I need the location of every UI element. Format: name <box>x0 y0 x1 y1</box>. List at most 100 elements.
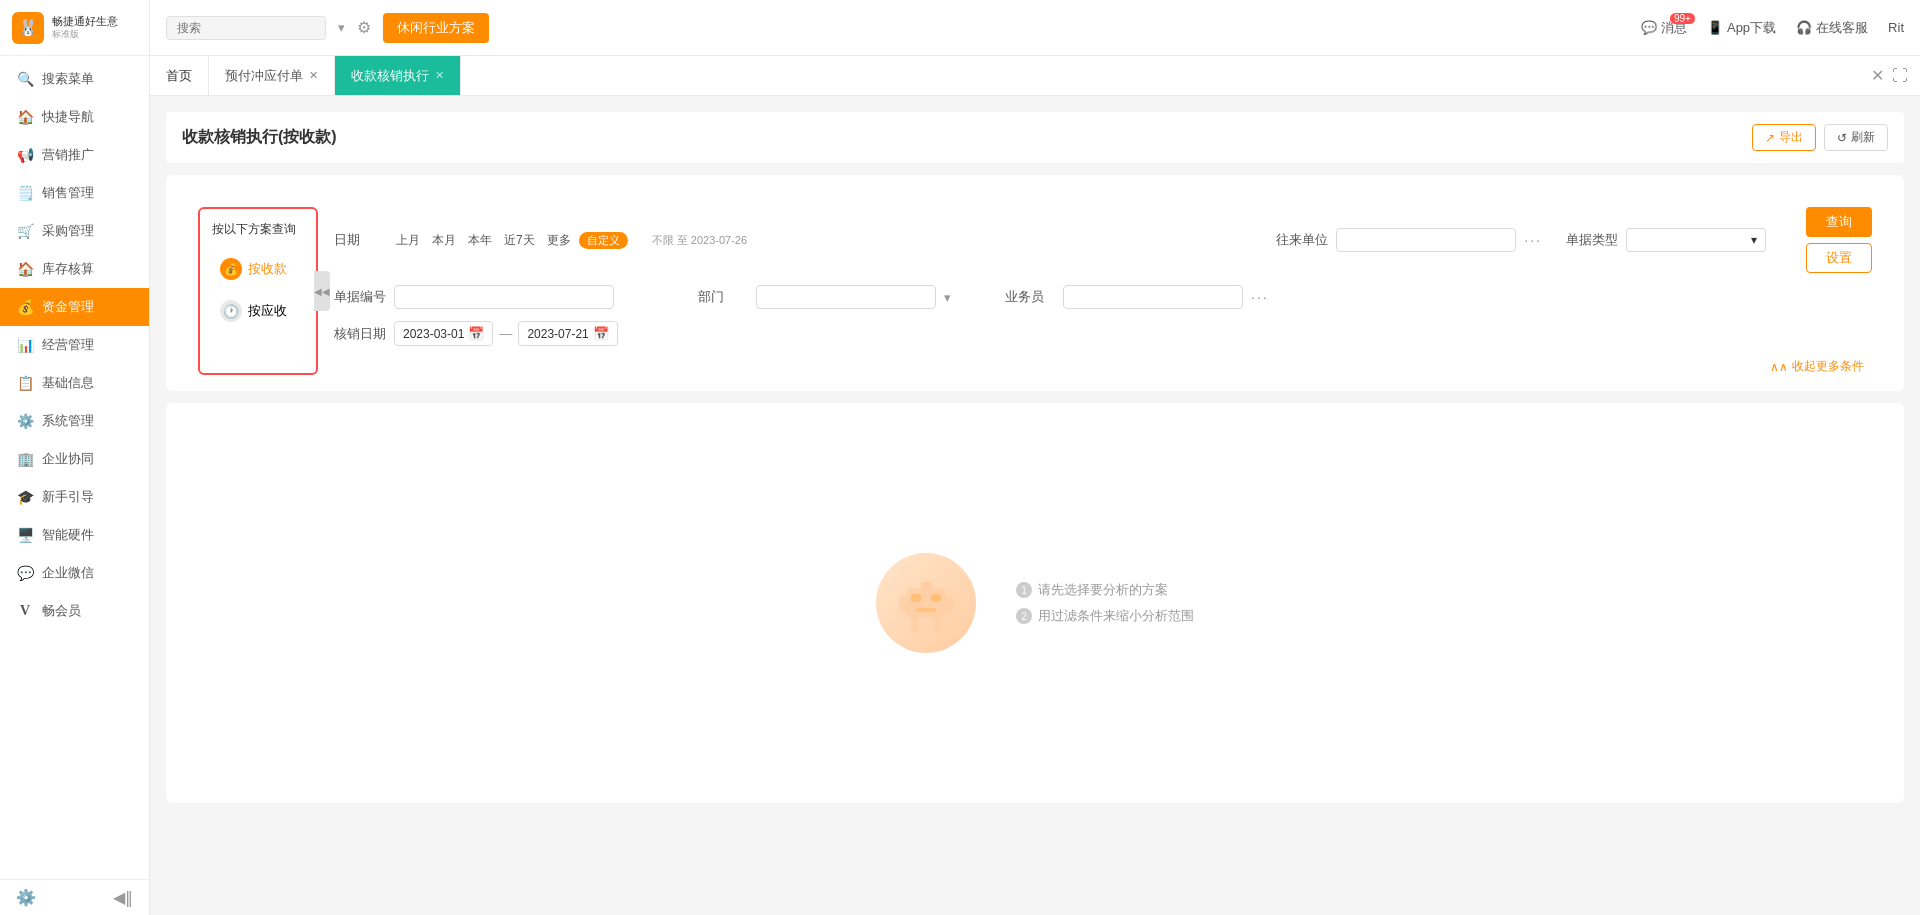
verify-date-field: 核销日期 2023-03-01 📅 — 2023-07-21 📅 <box>334 321 618 346</box>
svg-rect-5 <box>899 596 907 612</box>
sidebar-item-enterprise[interactable]: 🏢 企业协同 <box>0 440 149 478</box>
tab-receipt-verify-close-icon[interactable]: ✕ <box>435 69 444 82</box>
empty-robot-svg <box>891 568 961 638</box>
export-button[interactable]: ↗ 导出 <box>1752 124 1816 151</box>
dept-chevron-icon[interactable]: ▾ <box>944 290 951 305</box>
sidebar-item-finance[interactable]: 💰 资金管理 <box>0 288 149 326</box>
query-button[interactable]: 查询 <box>1806 207 1872 237</box>
app-badge: 标准版 <box>52 28 118 41</box>
tab-prepay[interactable]: 预付冲应付单 ✕ <box>209 56 335 95</box>
verify-date-end-input[interactable]: 2023-07-21 📅 <box>518 321 617 346</box>
hardware-icon: 🖥️ <box>16 527 34 543</box>
salesman-input[interactable] <box>1063 285 1243 309</box>
solution-button[interactable]: 休闲行业方案 <box>383 13 489 43</box>
filter-mode-selector: 按以下方案查询 💰 按收款 🕐 按应收 ◀◀ <box>198 207 318 375</box>
sidebar-item-member[interactable]: V 畅会员 <box>0 592 149 630</box>
user-name: Rit <box>1888 20 1904 35</box>
empty-tip-1-text: 请先选择要分析的方案 <box>1038 581 1168 599</box>
sidebar-item-search[interactable]: 🔍 搜索菜单 <box>0 60 149 98</box>
topbar-app-download[interactable]: 📱 App下载 <box>1707 19 1776 37</box>
settings-icon[interactable]: ⚙️ <box>16 888 36 907</box>
tabbar: 首页 预付冲应付单 ✕ 收款核销执行 ✕ ✕ ⛶ <box>150 56 1920 96</box>
filter-option-receipt-label: 按收款 <box>248 260 287 278</box>
verify-date-end-value: 2023-07-21 <box>527 327 588 341</box>
date-opt-this-year[interactable]: 本年 <box>464 231 496 250</box>
counterparty-more-icon[interactable]: ··· <box>1524 232 1542 248</box>
enterprise-icon: 🏢 <box>16 451 34 467</box>
filter-option-by-receipt[interactable]: 💰 按收款 <box>212 254 304 284</box>
marketing-icon: 📢 <box>16 147 34 163</box>
date-opt-last-month[interactable]: 上月 <box>392 231 424 250</box>
sidebar-item-label: 企业微信 <box>42 564 94 582</box>
sidebar-item-basic[interactable]: 📋 基础信息 <box>0 364 149 402</box>
main-content-area: 1 请先选择要分析的方案 2 用过滤条件来缩小分析范围 <box>166 403 1904 803</box>
sidebar-item-label: 企业协同 <box>42 450 94 468</box>
doc-type-select[interactable]: ▾ <box>1626 228 1766 252</box>
dept-input[interactable] <box>756 285 936 309</box>
filter-collapse-button[interactable]: ◀◀ <box>314 271 330 311</box>
calendar-start-icon: 📅 <box>468 326 484 341</box>
sidebar-item-wechat[interactable]: 💬 企业微信 <box>0 554 149 592</box>
sidebar-item-marketing[interactable]: 📢 营销推广 <box>0 136 149 174</box>
sidebar-item-hardware[interactable]: 🖥️ 智能硬件 <box>0 516 149 554</box>
sidebar-item-system[interactable]: ⚙️ 系统管理 <box>0 402 149 440</box>
setting-button[interactable]: 设置 <box>1806 243 1872 273</box>
inventory-icon: 🏠 <box>16 261 34 277</box>
logo-text-block: 畅捷通好生意 标准版 <box>52 14 118 41</box>
tab-prepay-close-icon[interactable]: ✕ <box>309 69 318 82</box>
sidebar-bottom: ⚙️ ◀‖ <box>0 879 149 915</box>
sidebar-item-guide[interactable]: 🎓 新手引导 <box>0 478 149 516</box>
sidebar-item-label: 经营管理 <box>42 336 94 354</box>
refresh-button[interactable]: ↺ 刷新 <box>1824 124 1888 151</box>
sidebar: 🐰 畅捷通好生意 标准版 🔍 搜索菜单 🏠 快捷导航 📢 营销推广 🗒️ 销售管… <box>0 0 150 915</box>
date-opt-custom[interactable]: 自定义 <box>579 232 628 249</box>
sidebar-item-label: 新手引导 <box>42 488 94 506</box>
topbar-gear-icon[interactable]: ⚙ <box>357 18 371 37</box>
sidebar-item-label: 库存核算 <box>42 260 94 278</box>
sidebar-item-operation[interactable]: 📊 经营管理 <box>0 326 149 364</box>
page-title: 收款核销执行(按收款) <box>182 127 337 148</box>
collapse-sidebar-icon[interactable]: ◀‖ <box>113 888 133 907</box>
app-name: 畅捷通好生意 <box>52 14 118 28</box>
date-opt-more[interactable]: 更多 <box>543 231 575 250</box>
receivable-icon: 🕐 <box>220 300 242 322</box>
date-no-limit-text: 不限 <box>652 234 674 246</box>
tab-fullscreen-icon[interactable]: ⛶ <box>1892 67 1908 85</box>
calendar-end-icon: 📅 <box>593 326 609 341</box>
sidebar-item-inventory[interactable]: 🏠 库存核算 <box>0 250 149 288</box>
sidebar-item-sales[interactable]: 🗒️ 销售管理 <box>0 174 149 212</box>
verify-date-start-input[interactable]: 2023-03-01 📅 <box>394 321 493 346</box>
sidebar-item-quick-nav[interactable]: 🏠 快捷导航 <box>0 98 149 136</box>
tab-close-all-icon[interactable]: ✕ <box>1871 66 1884 85</box>
counterparty-input[interactable] <box>1336 228 1516 252</box>
topbar-search-input[interactable] <box>166 16 326 40</box>
app-label: App下载 <box>1727 19 1776 37</box>
sidebar-item-purchase[interactable]: 🛒 采购管理 <box>0 212 149 250</box>
filter-section: 按以下方案查询 💰 按收款 🕐 按应收 ◀◀ <box>166 175 1904 391</box>
doc-number-input[interactable] <box>394 285 614 309</box>
filter-row-1: 日期 上月 本月 本年 近7天 更多 自定义 不限 <box>334 207 1872 273</box>
tab-receipt-verify[interactable]: 收款核销执行 ✕ <box>335 56 461 95</box>
topbar-service[interactable]: 🎧 在线客服 <box>1796 19 1868 37</box>
sidebar-item-label: 快捷导航 <box>42 108 94 126</box>
collapse-more-btn[interactable]: ∧∧ 收起更多条件 <box>334 358 1872 375</box>
date-to-text: 至 2023-07-26 <box>677 234 747 246</box>
tab-home[interactable]: 首页 <box>150 56 209 95</box>
date-opt-this-month[interactable]: 本月 <box>428 231 460 250</box>
doc-type-chevron-icon: ▾ <box>1751 233 1757 247</box>
date-opt-7days[interactable]: 近7天 <box>500 231 539 250</box>
purchase-icon: 🛒 <box>16 223 34 239</box>
empty-illustration <box>876 553 976 653</box>
service-icon: 🎧 <box>1796 20 1812 35</box>
topbar-user[interactable]: Rit <box>1888 20 1904 35</box>
topbar-message[interactable]: 💬 消息 99+ <box>1641 19 1687 37</box>
filter-option-by-receivable[interactable]: 🕐 按应收 <box>212 296 304 326</box>
tab-receipt-verify-label: 收款核销执行 <box>351 67 429 85</box>
tip-num-1: 1 <box>1016 582 1032 598</box>
topbar-chevron-icon[interactable]: ▾ <box>338 20 345 35</box>
app-icon: 📱 <box>1707 20 1723 35</box>
topbar: ▾ ⚙ 休闲行业方案 💬 消息 99+ 📱 App下载 🎧 在线客服 Rit <box>150 0 1920 56</box>
svg-rect-8 <box>933 618 941 632</box>
salesman-more-icon[interactable]: ··· <box>1251 289 1269 305</box>
wechat-icon: 💬 <box>16 565 34 581</box>
